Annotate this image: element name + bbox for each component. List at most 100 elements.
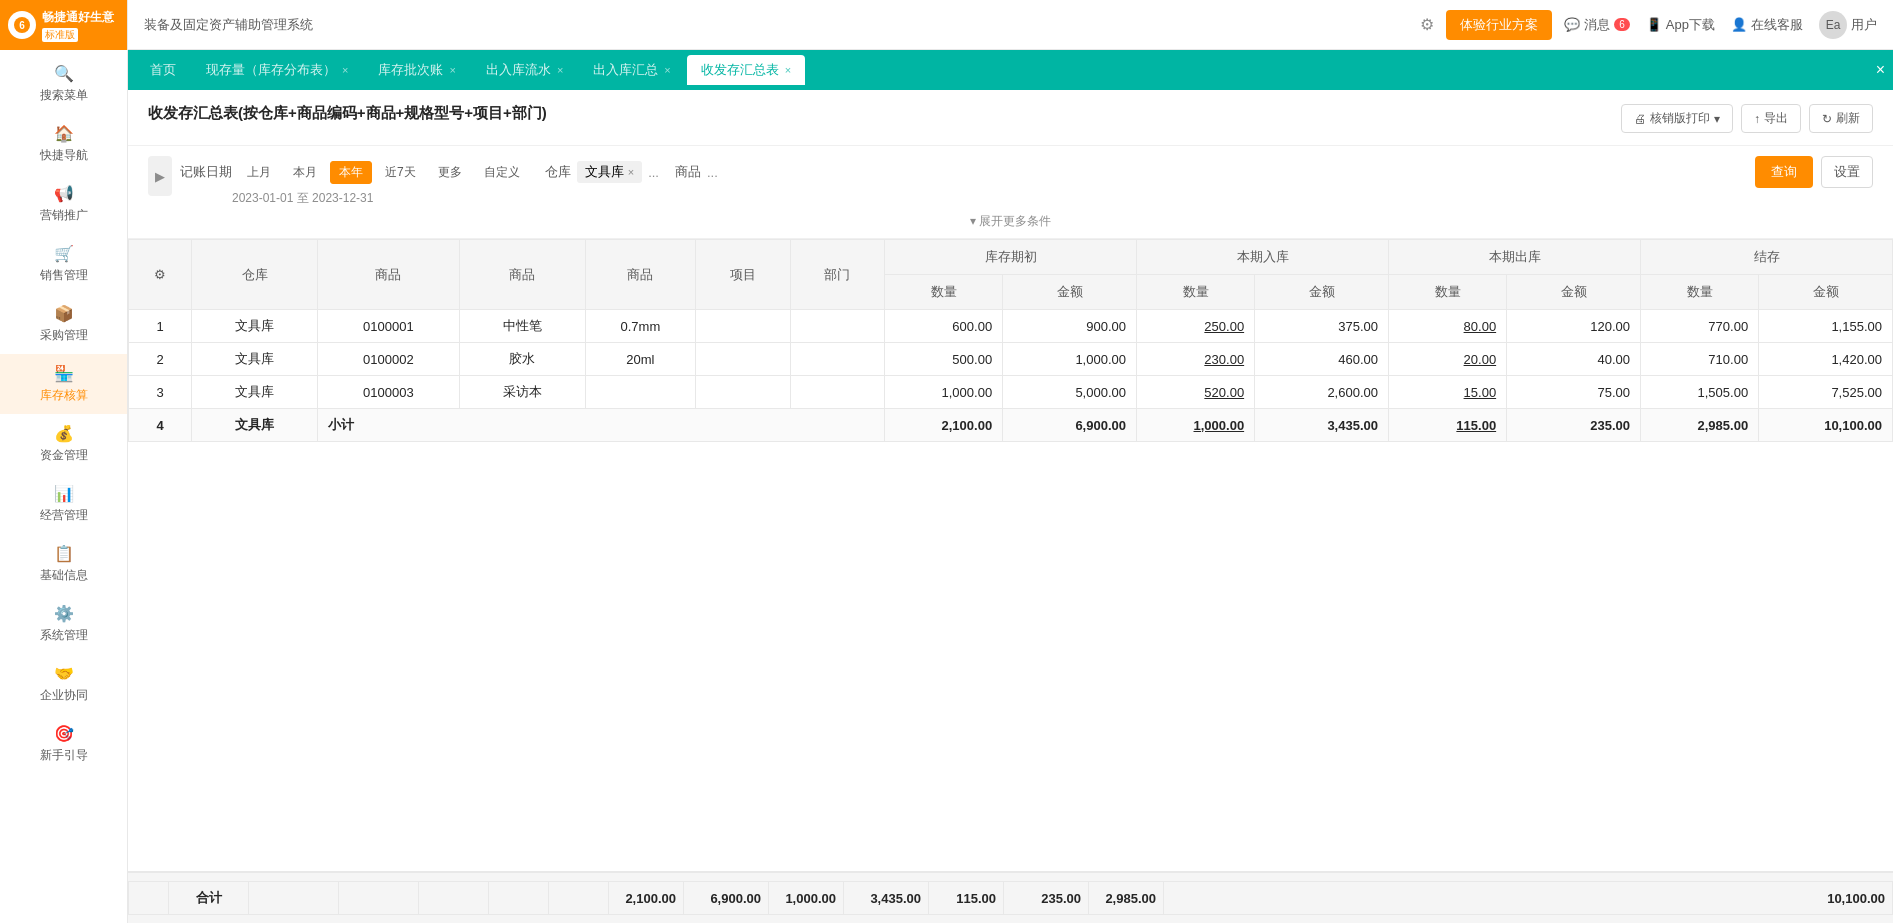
- cell-in-qty[interactable]: 520.00: [1137, 376, 1255, 409]
- col-bal-qty-header: 数量: [1641, 275, 1759, 310]
- store-icon: 🏪: [54, 364, 74, 383]
- subtotal-out-qty[interactable]: 115.00: [1389, 409, 1507, 442]
- tab-batch-ledger-close[interactable]: ×: [449, 64, 455, 76]
- print-icon: 🖨: [1634, 112, 1646, 126]
- sidebar-item-basic[interactable]: 📋 基础信息: [0, 534, 127, 594]
- table-row: 3 文具库 0100003 采访本 1,000.00 5,000.00 520.…: [129, 376, 1893, 409]
- footer-open-qty: 2,100.00: [609, 882, 684, 915]
- expand-more-button[interactable]: ▾ 展开更多条件: [970, 214, 1051, 228]
- main-area: 装备及固定资产辅助管理系统 ⚙ 体验行业方案 💬 消息 6 📱 App下载 👤 …: [128, 0, 1893, 923]
- sidebar-item-finance[interactable]: 💰 资金管理: [0, 414, 127, 474]
- tab-in-out-flow[interactable]: 出入库流水 ×: [472, 55, 577, 85]
- date-btn-this-month[interactable]: 本月: [284, 161, 326, 184]
- warehouse-label: 仓库: [545, 163, 571, 181]
- footer-empty4: [419, 882, 489, 915]
- chart-icon: 📊: [54, 484, 74, 503]
- warehouse-tag-close[interactable]: ×: [628, 166, 634, 178]
- footer-empty5: [489, 882, 549, 915]
- cell-in-qty[interactable]: 250.00: [1137, 310, 1255, 343]
- footer-out-amt: 235.00: [1004, 882, 1089, 915]
- sidebar-item-sales[interactable]: 🛒 销售管理: [0, 234, 127, 294]
- warehouse-more-dots[interactable]: ...: [648, 165, 659, 180]
- cell-out-qty[interactable]: 15.00: [1389, 376, 1507, 409]
- cell-out-amt: 120.00: [1507, 310, 1641, 343]
- table-wrapper: ⚙ 仓库 商品 商品 商品 项目 部门 库存期初 本期入库 本期出库 结存 数量: [128, 239, 1893, 871]
- col-out-header: 本期出库: [1389, 240, 1641, 275]
- megaphone-icon: 📢: [54, 184, 74, 203]
- warehouse-tag: 文具库 ×: [577, 161, 642, 183]
- online-service-action[interactable]: 👤 在线客服: [1731, 16, 1803, 34]
- header-right-actions: 🖨 核销版打印 ▾ ↑ 导出 ↻ 刷新: [1621, 104, 1873, 133]
- sidebar-item-inventory[interactable]: 🏪 库存核算: [0, 354, 127, 414]
- tab-stock-dist-close[interactable]: ×: [342, 64, 348, 76]
- sidebar-item-purchase[interactable]: 📦 采购管理: [0, 294, 127, 354]
- export-button[interactable]: ↑ 导出: [1741, 104, 1801, 133]
- goods-label: 商品: [675, 163, 701, 181]
- sidebar-item-operation[interactable]: 📊 经营管理: [0, 474, 127, 534]
- sidebar-item-newbie[interactable]: 🎯 新手引导: [0, 714, 127, 774]
- sidebar-item-system[interactable]: ⚙️ 系统管理: [0, 594, 127, 654]
- cell-spec: 20ml: [585, 343, 695, 376]
- message-action[interactable]: 💬 消息 6: [1564, 16, 1630, 34]
- tab-collect-summary-close[interactable]: ×: [785, 64, 791, 76]
- target-icon: 🎯: [54, 724, 74, 743]
- cell-spec: [585, 376, 695, 409]
- query-action-group: 查询 设置: [1755, 156, 1873, 188]
- cell-open-amt: 1,000.00: [1003, 343, 1137, 376]
- refresh-button[interactable]: ↻ 刷新: [1809, 104, 1873, 133]
- tab-batch-ledger[interactable]: 库存批次账 ×: [364, 55, 469, 85]
- cell-project: [696, 310, 791, 343]
- tab-collect-summary[interactable]: 收发存汇总表 ×: [687, 55, 805, 85]
- table-row: 2 文具库 0100002 胶水 20ml 500.00 1,000.00 23…: [129, 343, 1893, 376]
- tab-in-out-summary-close[interactable]: ×: [664, 64, 670, 76]
- sidebar-item-marketing[interactable]: 📢 营销推广: [0, 174, 127, 234]
- filter-collapse-button[interactable]: ▶: [148, 156, 172, 196]
- logo-text: 畅捷通好生意 标准版: [42, 9, 114, 42]
- top-header: 装备及固定资产辅助管理系统 ⚙ 体验行业方案 💬 消息 6 📱 App下载 👤 …: [128, 0, 1893, 50]
- subtotal-in-qty[interactable]: 1,000.00: [1137, 409, 1255, 442]
- date-btn-7days[interactable]: 近7天: [376, 161, 425, 184]
- cell-in-qty[interactable]: 230.00: [1137, 343, 1255, 376]
- app-download-action[interactable]: 📱 App下载: [1646, 16, 1715, 34]
- date-btn-this-year[interactable]: 本年: [330, 161, 372, 184]
- goods-more-dots[interactable]: ...: [707, 165, 718, 180]
- col-opening-amt-header: 金额: [1003, 275, 1137, 310]
- date-btn-custom[interactable]: 自定义: [475, 161, 529, 184]
- gear-icon: ⚙️: [54, 604, 74, 623]
- cell-out-qty[interactable]: 20.00: [1389, 343, 1507, 376]
- footer-open-amt: 6,900.00: [684, 882, 769, 915]
- tab-home[interactable]: 首页: [136, 55, 190, 85]
- user-action[interactable]: Ea 用户: [1819, 11, 1877, 39]
- setting-button[interactable]: 设置: [1821, 156, 1873, 188]
- footer-in-qty: 1,000.00: [769, 882, 844, 915]
- cell-name: 胶水: [459, 343, 585, 376]
- tab-bar: 首页 现存量（库存分布表） × 库存批次账 × 出入库流水 × 出入库汇总 × …: [128, 50, 1893, 90]
- sidebar-item-quick[interactable]: 🏠 快捷导航: [0, 114, 127, 174]
- query-button[interactable]: 查询: [1755, 156, 1813, 188]
- header-actions: 💬 消息 6 📱 App下载 👤 在线客服 Ea 用户: [1564, 11, 1877, 39]
- col-name-header: 商品: [459, 240, 585, 310]
- cell-out-qty[interactable]: 80.00: [1389, 310, 1507, 343]
- cell-open-qty: 1,000.00: [885, 376, 1003, 409]
- col-balance-header: 结存: [1641, 240, 1893, 275]
- date-btn-more[interactable]: 更多: [429, 161, 471, 184]
- cell-in-amt: 375.00: [1255, 310, 1389, 343]
- tab-in-out-flow-close[interactable]: ×: [557, 64, 563, 76]
- cell-dept: [790, 310, 885, 343]
- date-btn-last-month[interactable]: 上月: [238, 161, 280, 184]
- tab-stock-dist[interactable]: 现存量（库存分布表） ×: [192, 55, 362, 85]
- settings-gear-icon[interactable]: ⚙: [1420, 15, 1434, 34]
- sidebar-item-search[interactable]: 🔍 搜索菜单: [0, 54, 127, 114]
- cell-warehouse: 文具库: [192, 310, 318, 343]
- tab-bar-close-icon[interactable]: ×: [1876, 61, 1885, 79]
- print-button[interactable]: 🖨 核销版打印 ▾: [1621, 104, 1733, 133]
- cell-bal-qty: 770.00: [1641, 310, 1759, 343]
- trial-button[interactable]: 体验行业方案: [1446, 10, 1552, 40]
- sidebar-item-enterprise[interactable]: 🤝 企业协同: [0, 654, 127, 714]
- tab-in-out-summary[interactable]: 出入库汇总 ×: [579, 55, 684, 85]
- date-filter-group: 记账日期 上月 本月 本年 近7天 更多 自定义: [180, 161, 529, 184]
- table-gear-icon[interactable]: ⚙: [154, 267, 166, 282]
- col-out-amt-header: 金额: [1507, 275, 1641, 310]
- system-title: 装备及固定资产辅助管理系统: [144, 16, 1408, 34]
- message-icon: 💬: [1564, 17, 1580, 32]
